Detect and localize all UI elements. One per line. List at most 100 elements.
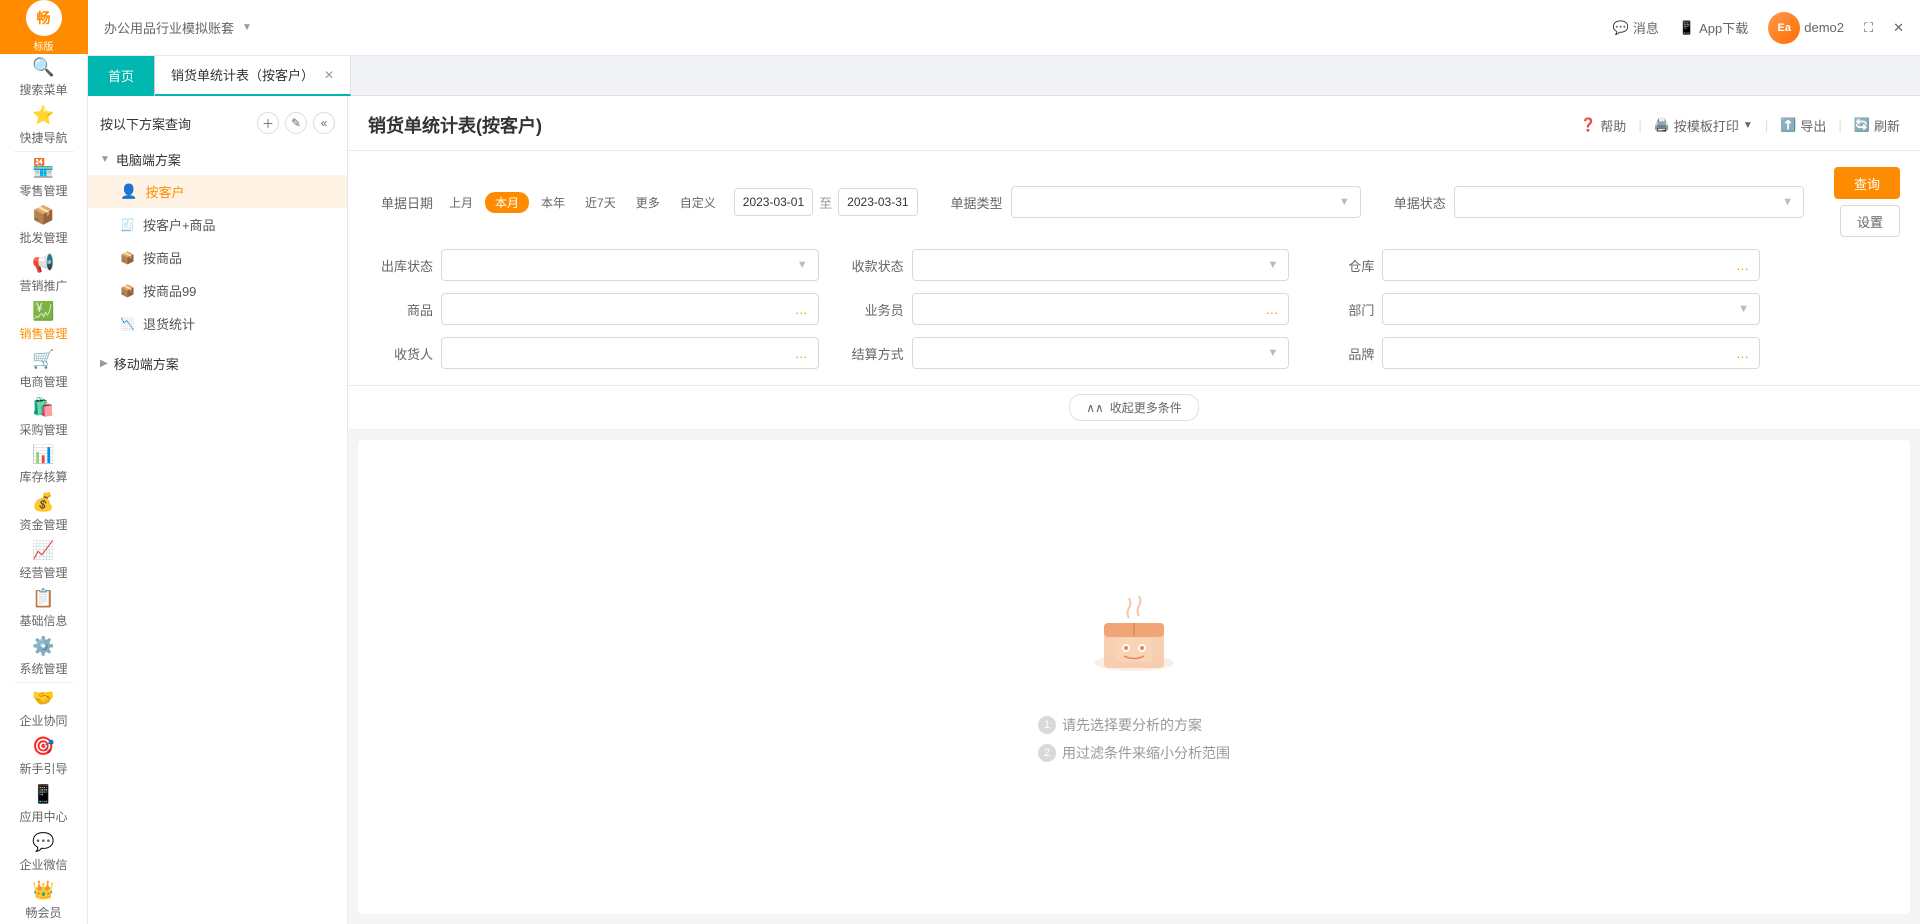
sidebar-item-ecommerce[interactable]: 🛒 电商管理 (0, 345, 88, 393)
tab-sales-stats[interactable]: 销货单统计表（按客户） ✕ (155, 56, 351, 96)
marketing-icon: 📢 (32, 253, 54, 274)
export-btn[interactable]: ⬆️ 导出 (1780, 116, 1826, 135)
receiver-field: 收货人 … (368, 337, 819, 369)
receiver-input[interactable]: … (441, 337, 819, 369)
custom-tab[interactable]: 自定义 (672, 192, 724, 213)
last-month-tab[interactable]: 上月 (441, 192, 481, 213)
chevron-up-icon: ∧∧ (1086, 401, 1104, 415)
tab-close-btn[interactable]: ✕ (324, 68, 334, 82)
collapse-sidebar-btn[interactable]: « (313, 112, 335, 134)
sidebar-item-member[interactable]: 👑 畅会员 (0, 876, 88, 924)
payment-dropdown-icon: ▼ (1267, 259, 1278, 271)
desktop-section-header[interactable]: ▼ 电脑端方案 (88, 144, 347, 175)
payment-status-input[interactable]: ▼ (912, 249, 1290, 281)
settlement-label: 结算方式 (839, 344, 904, 363)
wholesale-icon: 📦 (32, 205, 54, 226)
user-menu[interactable]: Ea demo2 (1768, 12, 1844, 44)
sidebar-item-quicknav[interactable]: ⭐ 快捷导航 (0, 101, 88, 149)
filter-row-3: 商品 … 业务员 … 部门 (368, 293, 1900, 325)
brand-input[interactable]: … (1382, 337, 1760, 369)
filter-section-desktop: ▼ 电脑端方案 👤 按客户 🧾 按客户+商品 📦 按商品 📦 按商品 (88, 140, 347, 344)
sidebar-item-sales[interactable]: 💹 销售管理 (0, 298, 88, 346)
filter-item-label: 按客户 (145, 182, 184, 201)
sidebar-item-system[interactable]: ⚙️ 系统管理 (0, 632, 88, 680)
delivery-status-input[interactable]: ▼ (441, 249, 819, 281)
date-to-value: 2023-03-31 (847, 195, 908, 209)
help-btn[interactable]: ❓ 帮助 (1580, 116, 1626, 135)
warehouse-input[interactable]: … (1382, 249, 1760, 281)
sales-icon: 💹 (32, 301, 54, 322)
settlement-input[interactable]: ▼ (912, 337, 1290, 369)
sidebar-item-retail[interactable]: 🏪 零售管理 (0, 154, 88, 202)
filter-item-by-customer[interactable]: 👤 按客户 (88, 175, 347, 208)
order-type-input[interactable]: ▼ (1011, 186, 1361, 218)
delivery-status-label: 出库状态 (368, 256, 433, 275)
divider-3: | (1838, 118, 1841, 133)
sidebar-item-operations[interactable]: 📈 经营管理 (0, 537, 88, 585)
print-icon: 🖨️ (1654, 117, 1670, 133)
filter-item-return-stats[interactable]: 📉 退货统计 (88, 307, 347, 340)
customer-goods-icon: 🧾 (120, 218, 135, 232)
sidebar-item-marketing[interactable]: 📢 营销推广 (0, 250, 88, 298)
sidebar-item-wechat[interactable]: 💬 企业微信 (0, 828, 88, 876)
sidebar-item-purchase[interactable]: 🛍️ 采购管理 (0, 393, 88, 441)
department-input[interactable]: ▼ (1382, 293, 1760, 325)
mobile-section-label: 移动端方案 (114, 354, 179, 373)
payment-status-label: 收款状态 (839, 256, 904, 275)
edit-scheme-btn[interactable]: ✎ (285, 112, 307, 134)
purchase-icon: 🛍️ (32, 397, 54, 418)
more-tab[interactable]: 更多 (628, 192, 668, 213)
template-print-btn[interactable]: 🖨️ 按模板打印 ▼ (1654, 116, 1753, 135)
salesperson-input[interactable]: … (912, 293, 1290, 325)
this-year-tab[interactable]: 本年 (533, 192, 573, 213)
app-title-dropdown[interactable]: ▼ (242, 22, 252, 33)
sidebar-item-basic[interactable]: 📋 基础信息 (0, 584, 88, 632)
fullscreen-btn[interactable]: ⛶ (1864, 20, 1873, 36)
sidebar-item-inventory[interactable]: 📊 库存核算 (0, 441, 88, 489)
collapse-more-btn[interactable]: ∧∧ 收起更多条件 (1069, 394, 1199, 421)
this-month-tab[interactable]: 本月 (485, 192, 529, 213)
sidebar-item-appstore[interactable]: 📱 应用中心 (0, 781, 88, 829)
empty-state: 1 请先选择要分析的方案 2 用过滤条件来缩小分析范围 (358, 440, 1910, 914)
close-window-btn[interactable]: ✕ (1893, 20, 1904, 36)
date-filter: 上月 本月 本年 近7天 更多 自定义 2023-03-01 (441, 188, 918, 216)
salesperson-more-icon: … (1265, 302, 1278, 317)
payment-status-field: 收款状态 ▼ (839, 249, 1290, 281)
add-scheme-btn[interactable]: ＋ (257, 112, 279, 134)
tab-home[interactable]: 首页 (88, 56, 155, 96)
mobile-section-header[interactable]: ▶ 移动端方案 (88, 348, 347, 379)
query-button[interactable]: 查询 (1834, 167, 1900, 199)
main-area: 办公用品行业模拟账套 ▼ 💬 消息 📱 App下载 Ea demo2 ⛶ (88, 0, 1920, 924)
logo-text: 标版 (34, 38, 54, 53)
filter-item-label: 按商品99 (143, 281, 196, 300)
collapse-label: 收起更多条件 (1110, 399, 1182, 416)
sidebar-item-newbie[interactable]: 🎯 新手引导 (0, 733, 88, 781)
brand-more-icon: … (1736, 346, 1749, 361)
retail-icon: 🏪 (32, 158, 54, 179)
sidebar-item-label: 零售管理 (19, 182, 67, 199)
sidebar-item-enterprise[interactable]: 🤝 企业协同 (0, 685, 88, 733)
goods-input[interactable]: … (441, 293, 819, 325)
last7-tab[interactable]: 近7天 (577, 192, 624, 213)
filter-item-by-goods[interactable]: 📦 按商品 (88, 241, 347, 274)
refresh-btn[interactable]: 🔄 刷新 (1854, 116, 1900, 135)
order-status-input[interactable]: ▼ (1454, 186, 1804, 218)
download-icon: 📱 (1679, 20, 1695, 36)
filter-item-by-customer-goods[interactable]: 🧾 按客户+商品 (88, 208, 347, 241)
date-from-value: 2023-03-01 (743, 195, 804, 209)
empty-hint-2: 用过滤条件来缩小分析范围 (1062, 739, 1230, 767)
message-btn[interactable]: 💬 消息 (1613, 18, 1659, 37)
sidebar-item-label: 销售管理 (19, 325, 67, 342)
filter-item-by-goods-99[interactable]: 📦 按商品99 (88, 274, 347, 307)
settings-button[interactable]: 设置 (1840, 205, 1900, 237)
sidebar-item-wholesale[interactable]: 📦 批发管理 (0, 202, 88, 250)
date-separator: 至 (819, 193, 832, 212)
date-to-input[interactable]: 2023-03-31 (838, 188, 917, 216)
sidebar-item-search[interactable]: 🔍 搜索菜单 (0, 54, 88, 102)
date-from-input[interactable]: 2023-03-01 (734, 188, 813, 216)
sidebar-logo[interactable]: 畅 标版 (0, 0, 88, 54)
settlement-dropdown-icon: ▼ (1267, 347, 1278, 359)
sidebar-item-finance[interactable]: 💰 资金管理 (0, 489, 88, 537)
app-download-btn[interactable]: 📱 App下载 (1679, 18, 1748, 37)
sidebar-item-label: 搜索菜单 (19, 81, 67, 98)
